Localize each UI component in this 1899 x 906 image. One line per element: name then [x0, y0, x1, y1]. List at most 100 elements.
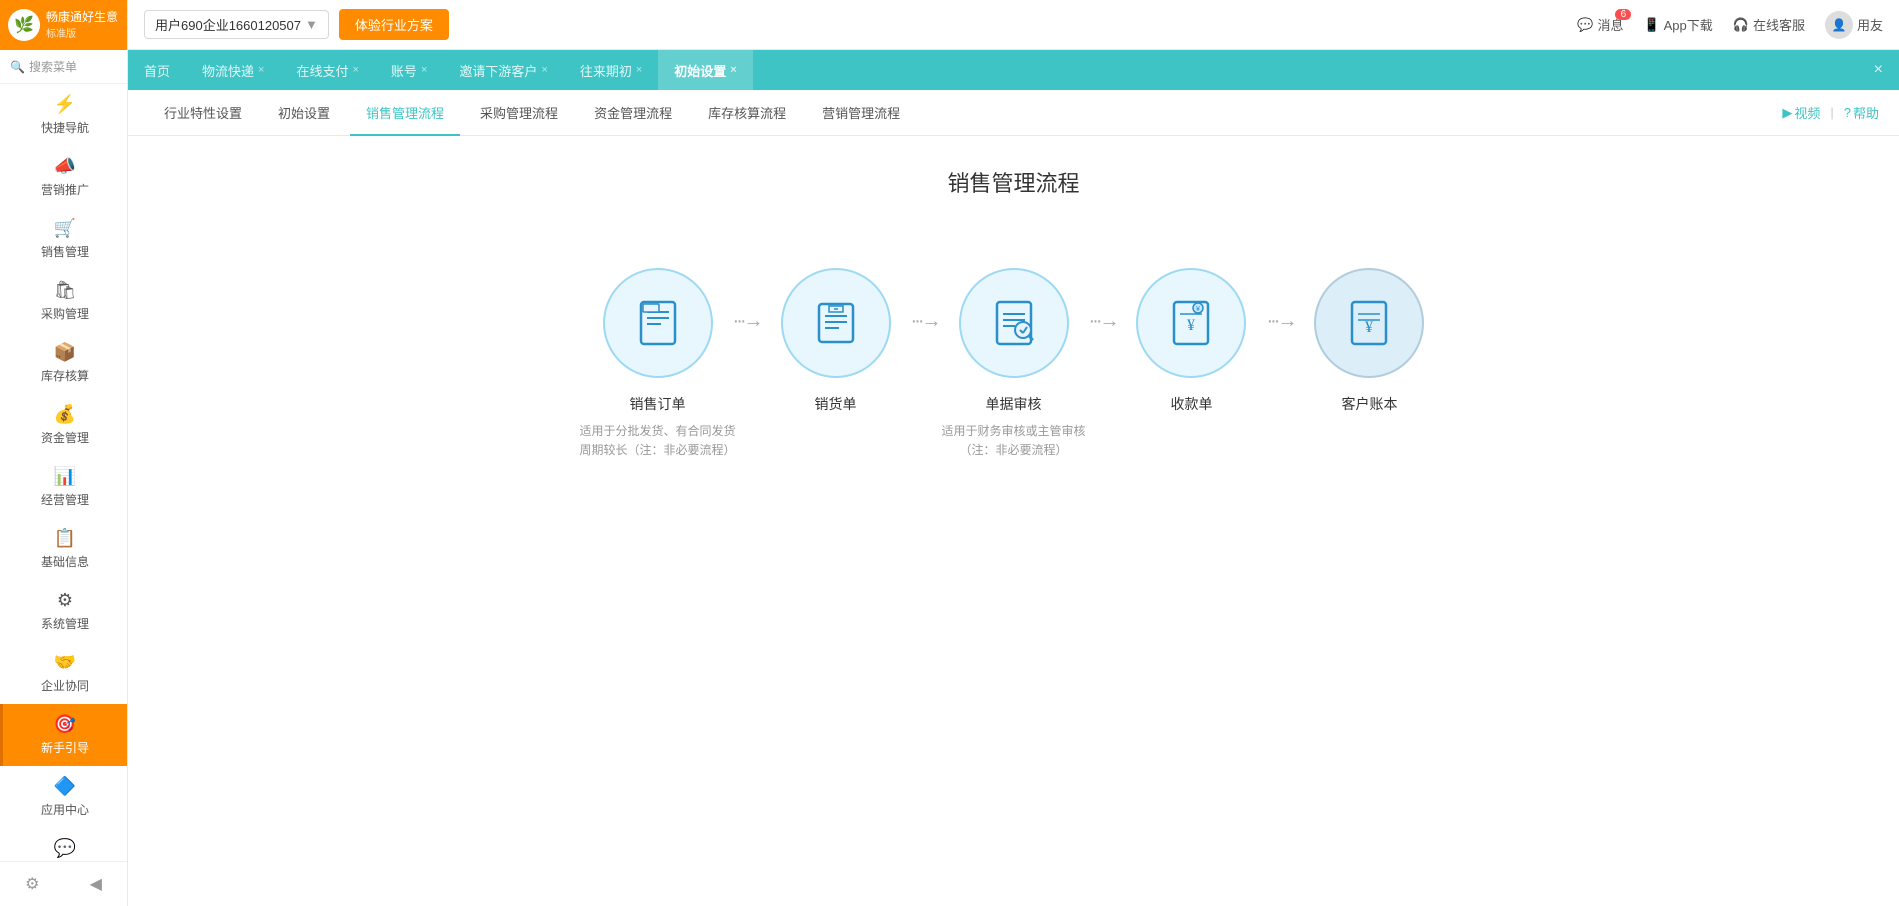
sub-tab-sales-flow[interactable]: 销售管理流程 [350, 90, 460, 136]
headset-icon: 🎧 [1733, 17, 1749, 33]
sales-mgmt-icon: 🛒 [54, 218, 76, 239]
finance-mgmt-icon: 💰 [54, 404, 76, 425]
close-icon[interactable]: × [258, 64, 264, 76]
tab-account[interactable]: 账号 × [375, 50, 443, 90]
sub-tabs: 行业特性设置 初始设置 销售管理流程 采购管理流程 资金管理流程 库存核算流程 … [128, 90, 1899, 136]
quick-nav-icon: ⚡ [54, 94, 76, 115]
page-body: 销售管理流程 销售订单 适用于分批发货、有合同 [128, 136, 1899, 906]
svg-text:¥: ¥ [1197, 306, 1201, 313]
sys-mgmt-icon: ⚙ [57, 590, 73, 611]
logo-text: 畅康通好生意 标准版 [46, 10, 118, 41]
tab-init-settings[interactable]: 初始设置 × [658, 50, 752, 90]
user-menu[interactable]: 👤 用友 [1825, 11, 1883, 39]
sidebar-item-biz-mgmt[interactable]: 📊 经营管理 [0, 456, 127, 518]
search-icon: 🔍 [10, 60, 25, 74]
online-service-button[interactable]: 🎧 在线客服 [1733, 15, 1805, 34]
basic-info-icon: 📋 [54, 528, 76, 549]
sidebar-item-quick-nav[interactable]: ⚡ 快捷导航 [0, 84, 127, 146]
close-icon[interactable]: × [421, 64, 427, 76]
flow-label-delivery-note: 销货单 [815, 394, 857, 414]
flow-circle-sales-order[interactable] [603, 268, 713, 378]
sidebar-item-enterprise-wechat[interactable]: 💬 企业微信 [0, 828, 127, 861]
content-area: 行业特性设置 初始设置 销售管理流程 采购管理流程 资金管理流程 库存核算流程 … [128, 90, 1899, 906]
logo-icon: 🌿 [8, 9, 40, 41]
sub-tab-inventory-flow[interactable]: 库存核算流程 [692, 90, 802, 136]
flow-item-doc-review: 单据审核 适用于财务审核或主管审核（注：非必要流程） [934, 268, 1094, 460]
avatar: 👤 [1825, 11, 1853, 39]
sidebar-nav: ⚡ 快捷导航 📣 营销推广 🛒 销售管理 🛍 采购管理 📦 库存核算 💰 资金管… [0, 84, 127, 861]
flow-label-customer-ledger: 客户账本 [1341, 394, 1397, 414]
sidebar-item-basic-info[interactable]: 📋 基础信息 [0, 518, 127, 580]
enterprise-wechat-icon: 💬 [54, 838, 76, 859]
sidebar-footer: ⚙ ◀ [0, 861, 127, 906]
sidebar-item-sys-mgmt[interactable]: ⚙ 系统管理 [0, 580, 127, 642]
flow-diagram: 销售订单 适用于分批发货、有合同发货周期较长（注：非必要流程） ···→ [578, 268, 1450, 460]
messages-button[interactable]: 💬 消息 6 [1577, 15, 1623, 34]
sidebar-item-new-guide[interactable]: 🎯 新手引导 [0, 704, 127, 766]
download-icon: 📱 [1643, 17, 1659, 33]
user-selector[interactable]: 用户690企业1660120507 ▼ [144, 10, 329, 39]
flow-label-doc-review: 单据审核 [986, 394, 1042, 414]
sidebar-search[interactable]: 🔍 搜索菜单 [0, 50, 127, 84]
page-title: 销售管理流程 [947, 166, 1079, 198]
flow-desc-doc-review: 适用于财务审核或主管审核（注：非必要流程） [934, 422, 1094, 460]
tab-period-init[interactable]: 往来期初 × [564, 50, 658, 90]
video-link[interactable]: ▶ 视频 [1782, 103, 1820, 122]
flow-label-receipt-note: 收款单 [1170, 394, 1212, 414]
svg-text:¥: ¥ [1365, 319, 1373, 336]
try-industry-button[interactable]: 体验行业方案 [339, 9, 449, 40]
app-download-button[interactable]: 📱 App下载 [1643, 15, 1712, 34]
new-guide-icon: 🎯 [54, 714, 76, 735]
sidebar-item-enterprise-collab[interactable]: 🤝 企业协同 [0, 642, 127, 704]
help-link[interactable]: ? 帮助 [1844, 103, 1879, 122]
video-icon: ▶ [1782, 105, 1792, 121]
sub-tab-purchase-flow[interactable]: 采购管理流程 [464, 90, 574, 136]
sub-tab-marketing-flow[interactable]: 营销管理流程 [806, 90, 916, 136]
enterprise-collab-icon: 🤝 [54, 652, 76, 673]
header-right: 💬 消息 6 📱 App下载 🎧 在线客服 👤 用友 [1577, 11, 1883, 39]
sidebar-item-finance-mgmt[interactable]: 💰 资金管理 [0, 394, 127, 456]
flow-circle-customer-ledger[interactable]: ¥ [1314, 268, 1424, 378]
main-area: 用户690企业1660120507 ▼ 体验行业方案 💬 消息 6 📱 App下… [128, 0, 1899, 906]
sidebar-item-sales-mgmt[interactable]: 🛒 销售管理 [0, 208, 127, 270]
close-icon[interactable]: × [352, 64, 358, 76]
close-all-tabs[interactable]: × [1858, 61, 1899, 79]
close-icon[interactable]: × [541, 64, 547, 76]
flow-label-sales-order: 销售订单 [630, 394, 686, 414]
tab-home[interactable]: 首页 [128, 50, 186, 90]
tab-invite-downstream[interactable]: 邀请下游客户 × [443, 50, 563, 90]
nav-tabs: 首页 物流快递 × 在线支付 × 账号 × 邀请下游客户 × 往来期初 × 初始… [128, 50, 1899, 90]
settings-button[interactable]: ⚙ [21, 870, 43, 898]
flow-desc-sales-order: 适用于分批发货、有合同发货周期较长（注：非必要流程） [578, 422, 738, 460]
chevron-down-icon: ▼ [305, 17, 318, 32]
close-icon[interactable]: × [636, 64, 642, 76]
biz-mgmt-icon: 📊 [54, 466, 76, 487]
sub-tabs-right: ▶ 视频 | ? 帮助 [1782, 103, 1879, 122]
sidebar-item-purchase-mgmt[interactable]: 🛍 采购管理 [0, 270, 127, 332]
svg-text:¥: ¥ [1187, 317, 1195, 334]
help-icon: ? [1844, 105, 1851, 120]
sidebar: 🌿 畅康通好生意 标准版 🔍 搜索菜单 ⚡ 快捷导航 📣 营销推广 🛒 销售管理… [0, 0, 128, 906]
flow-item-customer-ledger: ¥ 客户账本 [1289, 268, 1449, 422]
close-icon[interactable]: × [730, 64, 736, 76]
tab-logistics[interactable]: 物流快递 × [186, 50, 280, 90]
purchase-mgmt-icon: 🛍 [54, 280, 77, 301]
sub-tab-fund-flow[interactable]: 资金管理流程 [578, 90, 688, 136]
tab-online-pay[interactable]: 在线支付 × [280, 50, 374, 90]
flow-circle-doc-review[interactable] [959, 268, 1069, 378]
message-icon: 💬 [1577, 17, 1593, 33]
marketing-promo-icon: 📣 [54, 156, 76, 177]
sub-tab-init-settings[interactable]: 初始设置 [262, 90, 346, 136]
sidebar-logo: 🌿 畅康通好生意 标准版 [0, 0, 127, 50]
sub-tab-industry-settings[interactable]: 行业特性设置 [148, 90, 258, 136]
sidebar-item-marketing-promo[interactable]: 📣 营销推广 [0, 146, 127, 208]
sidebar-item-inventory[interactable]: 📦 库存核算 [0, 332, 127, 394]
top-header: 用户690企业1660120507 ▼ 体验行业方案 💬 消息 6 📱 App下… [128, 0, 1899, 50]
flow-item-receipt-note: ¥ ¥ 收款单 [1111, 268, 1271, 422]
flow-circle-delivery-note[interactable] [781, 268, 891, 378]
flow-circle-receipt-note[interactable]: ¥ ¥ [1136, 268, 1246, 378]
message-badge: 6 [1615, 9, 1631, 20]
collapse-button[interactable]: ◀ [86, 870, 106, 898]
sidebar-item-app-center[interactable]: 🔷 应用中心 [0, 766, 127, 828]
app-center-icon: 🔷 [54, 776, 76, 797]
